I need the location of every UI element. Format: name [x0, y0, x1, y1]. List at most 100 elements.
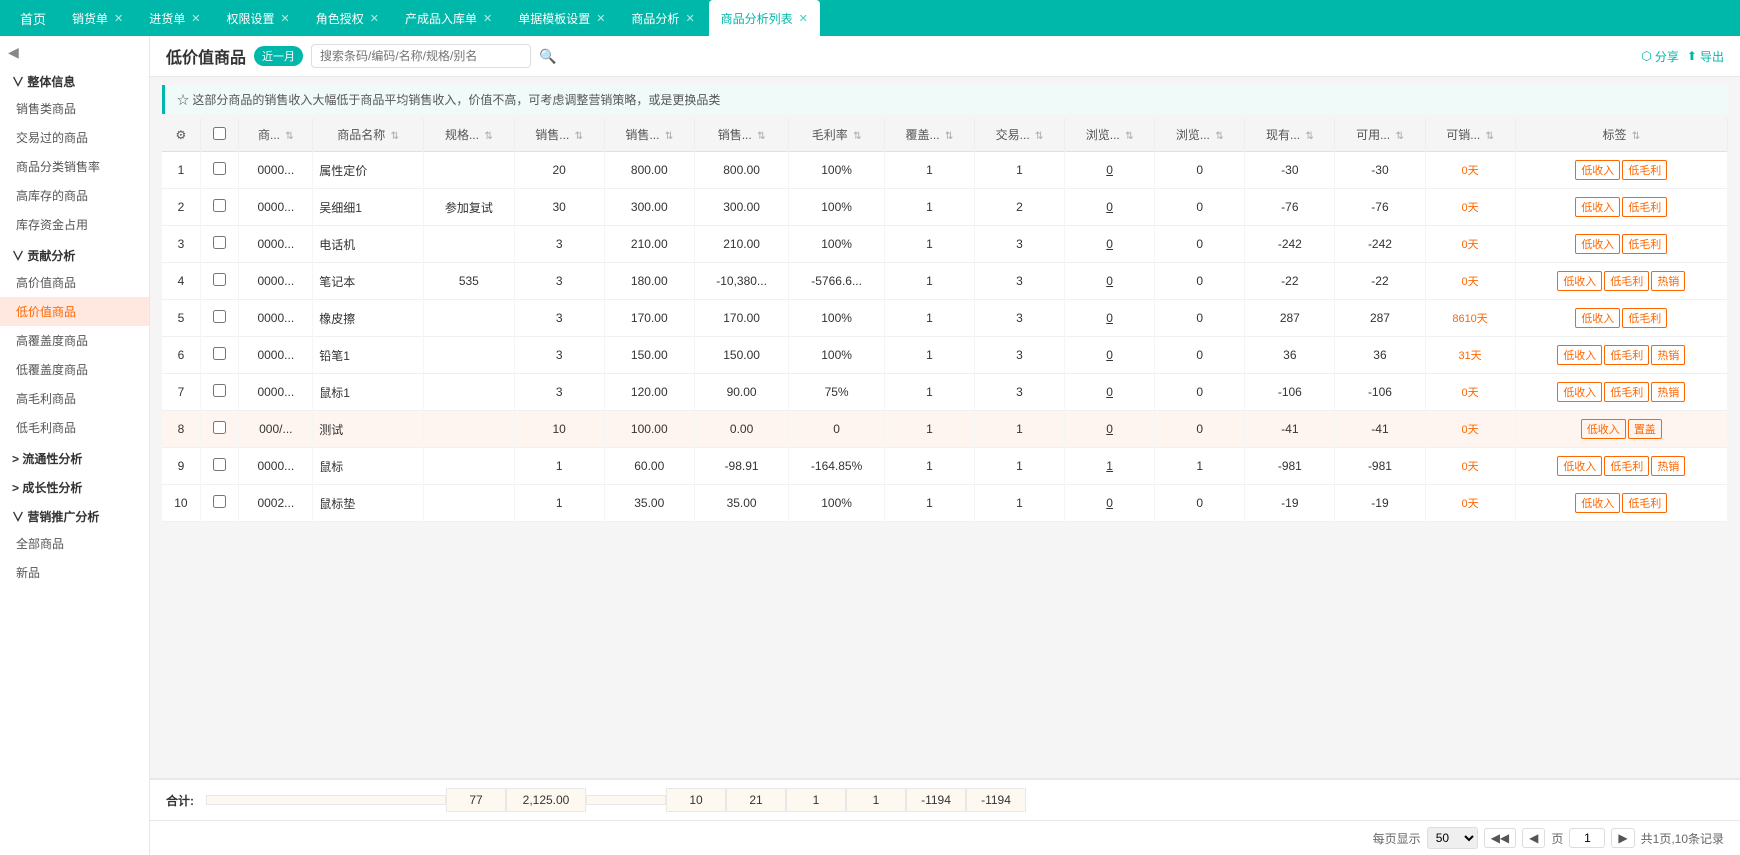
row-checkbox-cell[interactable] — [200, 448, 239, 485]
nav-template-settings[interactable]: 单据模板设置✕ — [506, 0, 617, 36]
sidebar-item-sales-products[interactable]: 销售类商品 — [0, 94, 149, 123]
row-browse1[interactable]: 0 — [1065, 226, 1155, 263]
select-all-checkbox[interactable] — [213, 127, 226, 140]
browse-link[interactable]: 0 — [1106, 348, 1113, 362]
col-sales1[interactable]: 销售... ⇅ — [514, 118, 604, 152]
nav-permissions[interactable]: 权限设置✕ — [214, 0, 301, 36]
row-checkbox-cell[interactable] — [200, 337, 239, 374]
close-icon[interactable]: ✕ — [483, 12, 492, 25]
sidebar-item-category-sales-rate[interactable]: 商品分类销售率 — [0, 152, 149, 181]
browse-link[interactable]: 0 — [1106, 200, 1113, 214]
sidebar-item-traded-products[interactable]: 交易过的商品 — [0, 123, 149, 152]
close-icon[interactable]: ✕ — [191, 12, 200, 25]
page-size-select[interactable]: 50 100 200 — [1427, 827, 1478, 849]
col-settings[interactable]: ⚙ — [162, 118, 200, 152]
close-icon[interactable]: ✕ — [596, 12, 605, 25]
sidebar-group-flow[interactable]: > 流通性分析 — [0, 442, 149, 471]
browse-link[interactable]: 0 — [1106, 274, 1113, 288]
browse-link[interactable]: 0 — [1106, 311, 1113, 325]
sidebar-item-all-products[interactable]: 全部商品 — [0, 529, 149, 558]
nav-sales-order[interactable]: 销货单✕ — [60, 0, 135, 36]
close-icon[interactable]: ✕ — [281, 12, 290, 25]
collapse-sidebar-button[interactable]: ◀ — [8, 44, 19, 61]
browse-link[interactable]: 0 — [1106, 385, 1113, 399]
close-icon[interactable]: ✕ — [685, 12, 694, 25]
col-coverage[interactable]: 覆盖... ⇅ — [884, 118, 974, 152]
row-browse1[interactable]: 0 — [1065, 152, 1155, 189]
next-page-button[interactable]: ▶ — [1611, 828, 1634, 848]
nav-role-auth[interactable]: 角色授权✕ — [304, 0, 391, 36]
col-code[interactable]: 商... ⇅ — [239, 118, 313, 152]
nav-product-analysis[interactable]: 商品分析✕ — [619, 0, 706, 36]
row-browse1[interactable]: 0 — [1065, 189, 1155, 226]
browse-link[interactable]: 0 — [1106, 496, 1113, 510]
close-icon[interactable]: ✕ — [799, 12, 808, 25]
col-browse2[interactable]: 浏览... ⇅ — [1155, 118, 1245, 152]
browse-link[interactable]: 0 — [1106, 163, 1113, 177]
sidebar-item-new-products[interactable]: 新品 — [0, 558, 149, 587]
row-browse1[interactable]: 0 — [1065, 300, 1155, 337]
nav-product-analysis-list[interactable]: 商品分析列表✕ — [709, 0, 820, 36]
col-trade[interactable]: 交易... ⇅ — [974, 118, 1064, 152]
row-checkbox[interactable] — [213, 199, 226, 212]
sidebar-item-stock-funds[interactable]: 库存资金占用 — [0, 210, 149, 239]
col-saleable[interactable]: 可销... ⇅ — [1425, 118, 1515, 152]
nav-product-inbound[interactable]: 产成品入库单✕ — [393, 0, 504, 36]
col-sales2[interactable]: 销售... ⇅ — [604, 118, 694, 152]
row-browse1[interactable]: 0 — [1065, 411, 1155, 448]
col-name[interactable]: 商品名称 ⇅ — [313, 118, 424, 152]
row-browse1[interactable]: 1 — [1065, 448, 1155, 485]
sidebar-group-growth[interactable]: > 成长性分析 — [0, 471, 149, 500]
browse-link[interactable]: 1 — [1106, 459, 1113, 473]
share-button[interactable]: ⬡ 分享 — [1641, 48, 1679, 65]
close-icon[interactable]: ✕ — [370, 12, 379, 25]
row-browse1[interactable]: 0 — [1065, 263, 1155, 300]
row-browse1[interactable]: 0 — [1065, 374, 1155, 411]
prev-page-button[interactable]: ◀ — [1522, 828, 1545, 848]
row-checkbox-cell[interactable] — [200, 263, 239, 300]
time-badge[interactable]: 近一月 — [254, 46, 303, 66]
sidebar-item-high-stock[interactable]: 高库存的商品 — [0, 181, 149, 210]
browse-link[interactable]: 0 — [1106, 422, 1113, 436]
sidebar-item-high-margin[interactable]: 高毛利商品 — [0, 384, 149, 413]
row-checkbox-cell[interactable] — [200, 152, 239, 189]
row-checkbox-cell[interactable] — [200, 374, 239, 411]
row-browse1[interactable]: 0 — [1065, 337, 1155, 374]
search-icon[interactable]: 🔍 — [539, 48, 556, 65]
row-checkbox[interactable] — [213, 347, 226, 360]
col-spec[interactable]: 规格... ⇅ — [424, 118, 515, 152]
col-checkbox[interactable] — [200, 118, 239, 152]
row-checkbox[interactable] — [213, 310, 226, 323]
search-input[interactable] — [311, 44, 531, 68]
col-avail[interactable]: 可用... ⇅ — [1335, 118, 1425, 152]
table-container[interactable]: ⚙ 商... ⇅ 商品名称 ⇅ 规格... ⇅ 销售... ⇅ 销售... ⇅ … — [162, 118, 1728, 778]
sidebar-item-high-coverage[interactable]: 高覆盖度商品 — [0, 326, 149, 355]
row-checkbox[interactable] — [213, 458, 226, 471]
row-checkbox-cell[interactable] — [200, 300, 239, 337]
col-stock[interactable]: 现有... ⇅ — [1245, 118, 1335, 152]
row-checkbox-cell[interactable] — [200, 226, 239, 263]
sidebar-item-high-value[interactable]: 高价值商品 — [0, 268, 149, 297]
nav-purchase-order[interactable]: 进货单✕ — [137, 0, 212, 36]
col-margin-rate[interactable]: 毛利率 ⇅ — [789, 118, 885, 152]
row-checkbox[interactable] — [213, 236, 226, 249]
row-checkbox[interactable] — [213, 273, 226, 286]
row-checkbox[interactable] — [213, 162, 226, 175]
first-page-button[interactable]: ◀◀ — [1484, 828, 1516, 848]
row-checkbox[interactable] — [213, 384, 226, 397]
row-checkbox-cell[interactable] — [200, 189, 239, 226]
browse-link[interactable]: 0 — [1106, 237, 1113, 251]
row-browse1[interactable]: 0 — [1065, 485, 1155, 522]
page-number-input[interactable] — [1569, 828, 1605, 848]
sidebar-item-low-coverage[interactable]: 低覆盖度商品 — [0, 355, 149, 384]
col-sales3[interactable]: 销售... ⇅ — [694, 118, 789, 152]
row-checkbox[interactable] — [213, 421, 226, 434]
col-browse1[interactable]: 浏览... ⇅ — [1065, 118, 1155, 152]
col-tags[interactable]: 标签 ⇅ — [1515, 118, 1727, 152]
export-button[interactable]: ⬆ 导出 — [1687, 48, 1724, 65]
sidebar-item-low-value[interactable]: 低价值商品 — [0, 297, 149, 326]
close-icon[interactable]: ✕ — [114, 12, 123, 25]
sidebar-item-low-margin[interactable]: 低毛利商品 — [0, 413, 149, 442]
row-checkbox-cell[interactable] — [200, 411, 239, 448]
row-checkbox[interactable] — [213, 495, 226, 508]
